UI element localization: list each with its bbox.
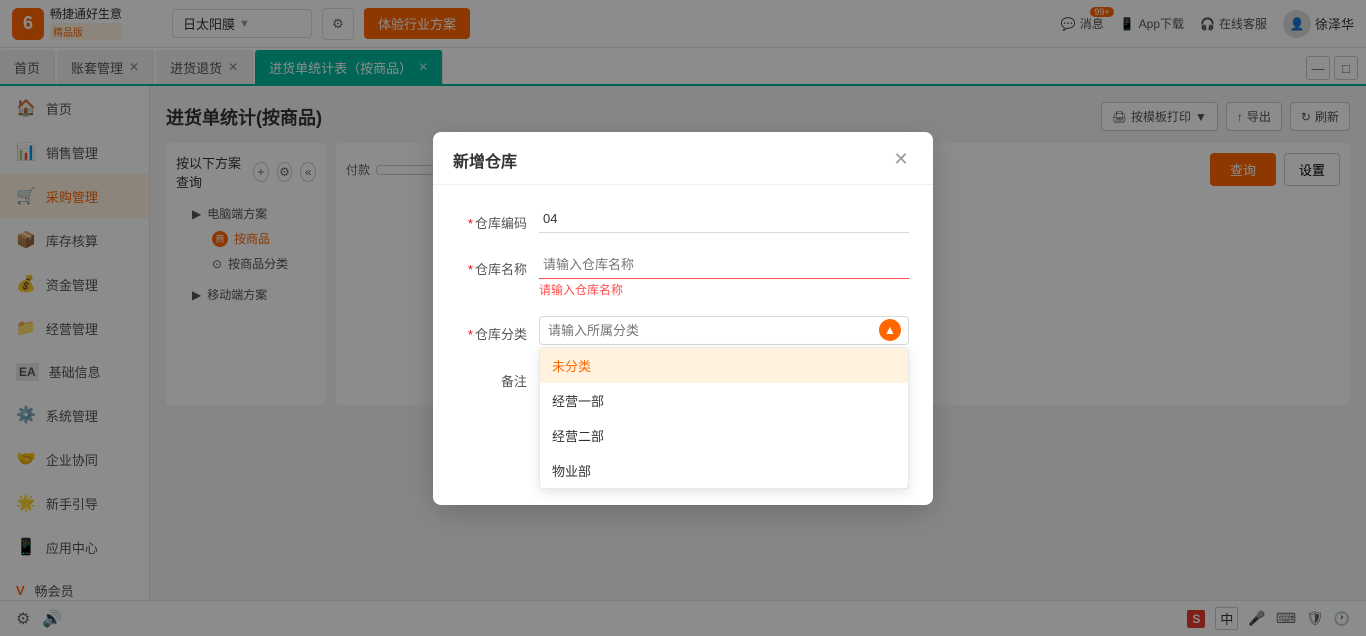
warehouse-code-field bbox=[539, 205, 909, 233]
modal-close-btn[interactable]: ✕ bbox=[889, 148, 913, 172]
category-dropdown-toggle[interactable]: ▲ bbox=[879, 319, 901, 341]
category-option-1[interactable]: 经营一部 bbox=[540, 383, 908, 418]
modal-overlay[interactable]: 新增仓库 ✕ *仓库编码 *仓库名称 请输入仓库名称 bbox=[0, 0, 1366, 636]
modal-header: 新增仓库 ✕ bbox=[433, 132, 933, 185]
warehouse-category-row: *仓库分类 ▲ 未分类 经营一部 经营二部 物业部 bbox=[457, 316, 909, 345]
modal-title: 新增仓库 bbox=[453, 148, 517, 172]
category-option-3[interactable]: 物业部 bbox=[540, 453, 908, 488]
category-option-2[interactable]: 经营二部 bbox=[540, 418, 908, 453]
warehouse-code-row: *仓库编码 bbox=[457, 205, 909, 233]
warehouse-category-field: ▲ 未分类 经营一部 经营二部 物业部 bbox=[539, 316, 909, 345]
warehouse-name-error: 请输入仓库名称 bbox=[539, 281, 909, 298]
warehouse-remark-label: 备注 bbox=[457, 363, 527, 390]
warehouse-category-label: *仓库分类 bbox=[457, 316, 527, 343]
warehouse-name-label: *仓库名称 bbox=[457, 251, 527, 278]
warehouse-name-input[interactable] bbox=[539, 251, 909, 279]
warehouse-name-field: 请输入仓库名称 bbox=[539, 251, 909, 298]
warehouse-name-row: *仓库名称 请输入仓库名称 bbox=[457, 251, 909, 298]
category-dropdown: 未分类 经营一部 经营二部 物业部 bbox=[539, 347, 909, 489]
warehouse-category-input[interactable] bbox=[539, 316, 909, 345]
warehouse-code-input[interactable] bbox=[539, 205, 909, 233]
category-option-0[interactable]: 未分类 bbox=[540, 348, 908, 383]
category-input-wrapper: ▲ 未分类 经营一部 经营二部 物业部 bbox=[539, 316, 909, 345]
add-warehouse-modal: 新增仓库 ✕ *仓库编码 *仓库名称 请输入仓库名称 bbox=[433, 132, 933, 505]
warehouse-code-label: *仓库编码 bbox=[457, 205, 527, 232]
modal-body: *仓库编码 *仓库名称 请输入仓库名称 *仓库分类 bbox=[433, 185, 933, 426]
